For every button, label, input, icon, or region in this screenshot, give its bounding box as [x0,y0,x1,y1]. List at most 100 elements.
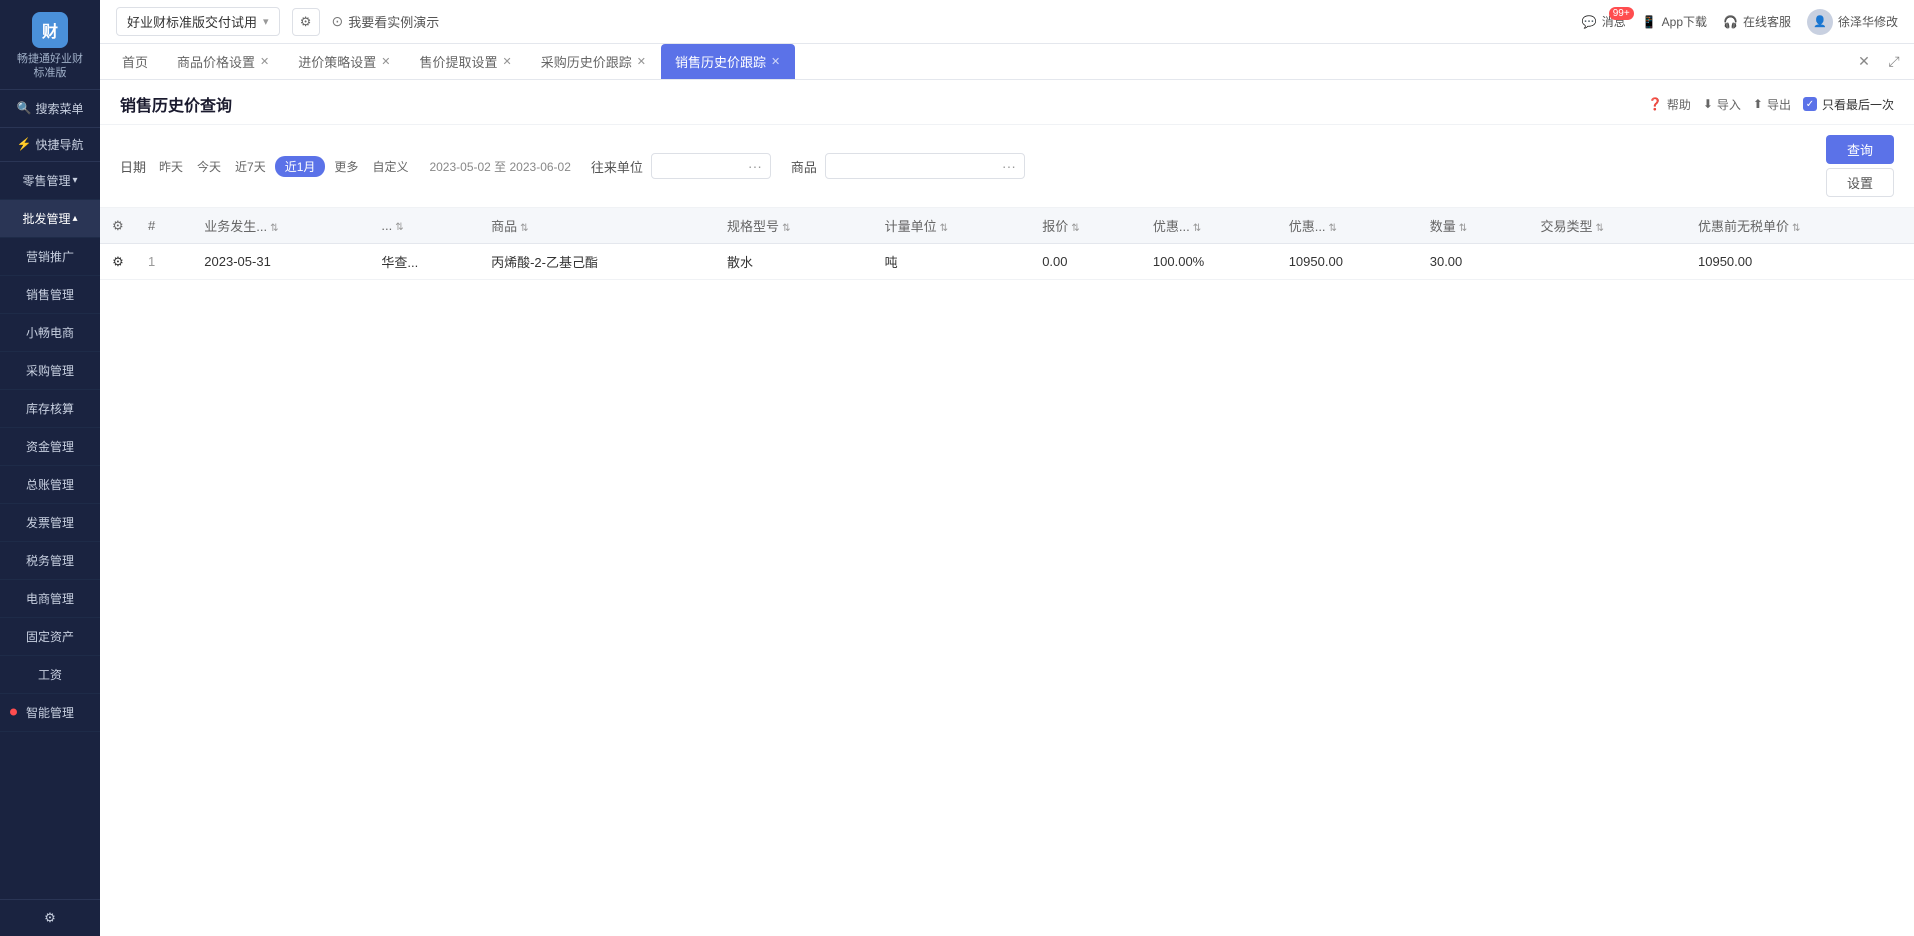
help-button[interactable]: ❓ 帮助 [1648,96,1691,113]
sidebar-item-label: 发票管理 [26,514,74,531]
sidebar-item-ecommerce-small[interactable]: 小畅电商 [0,314,100,352]
sidebar-item-label: 固定资产 [26,628,74,645]
col-price[interactable]: 报价⇅ [1030,208,1141,244]
sidebar-item-ecommerce[interactable]: 电商管理 [0,580,100,618]
tab-close-icon[interactable]: ✕ [381,55,390,68]
sidebar-item-invoice[interactable]: 发票管理 [0,504,100,542]
cell-spec: 散水 [715,244,873,280]
tab-close-icon[interactable]: ✕ [503,55,512,68]
app-logo-icon: 财 [32,12,68,48]
sidebar-item-smart[interactable]: 智能管理 [0,694,100,732]
sidebar-search[interactable]: 🔍 搜索菜单 [0,90,100,128]
app-download-button[interactable]: 📱 App下载 [1642,13,1707,30]
col-num: # [136,208,192,244]
goods-input[interactable]: ··· [825,153,1025,179]
tab-price[interactable]: 商品价格设置 ✕ [163,44,284,80]
tab-close-icon[interactable]: ✕ [260,55,269,68]
tab-purchase-strategy[interactable]: 进价策略设置 ✕ [284,44,405,80]
tab-sales-history[interactable]: 销售历史价跟踪 ✕ [661,44,795,80]
search-bar: 日期 昨天 今天 近7天 近1月 更多 自定义 2023-05-02 至 202… [100,125,1914,208]
sidebar-item-payroll[interactable]: 工资 [0,656,100,694]
import-button[interactable]: ⬇ 导入 [1703,96,1741,113]
query-button[interactable]: 查询 [1826,135,1894,164]
goods-more-icon[interactable]: ··· [1002,158,1016,174]
sidebar-item-retail[interactable]: 零售管理 ▾ [0,162,100,200]
sidebar-quick-nav[interactable]: ⚡ 快捷导航 [0,128,100,162]
checkbox-checked-icon: ✓ [1803,97,1817,111]
tab-label: 销售历史价跟踪 [675,52,766,71]
tab-label: 售价提取设置 [419,52,497,71]
col-extra[interactable]: ...⇅ [369,208,479,244]
sidebar-item-label: 库存核算 [26,400,74,417]
date-filter: 昨天 今天 近7天 近1月 更多 自定义 [154,156,413,177]
only-last-checkbox[interactable]: ✓ 只看最后一次 [1803,96,1894,113]
sidebar: 财 畅捷通好业财 标准版 🔍 搜索菜单 ⚡ 快捷导航 零售管理 ▾ 批发管理 ▴… [0,0,100,936]
source-unit-input[interactable]: ··· [651,153,771,179]
table-container: ⚙ # 业务发生...⇅ ...⇅ 商品⇅ 规格型号⇅ 计量单位⇅ 报价⇅ 优惠… [100,208,1914,280]
version-select[interactable]: 好业财标准版交付试用 ▾ [116,7,280,36]
date-range-display: 2023-05-02 至 2023-06-02 [429,158,570,175]
settings-button[interactable]: ⚙ [292,8,320,36]
online-service-button[interactable]: 🎧 在线客服 [1723,13,1791,30]
sidebar-settings-button[interactable]: ⚙ [0,899,100,936]
export-button[interactable]: ⬆ 导出 [1753,96,1791,113]
cell-trans-type [1528,244,1686,280]
col-trans-type[interactable]: 交易类型⇅ [1528,208,1686,244]
message-button[interactable]: 💬 消息 99+ [1582,13,1626,30]
play-icon: ⊙ [332,13,344,30]
tab-maximize-button[interactable]: ⤢ [1882,50,1906,74]
tab-price-extract[interactable]: 售价提取设置 ✕ [405,44,526,80]
sidebar-item-wholesale[interactable]: 批发管理 ▴ [0,200,100,238]
date-custom[interactable]: 自定义 [367,156,413,177]
col-pretax-price[interactable]: 优惠前无税单价⇅ [1686,208,1914,244]
col-spec[interactable]: 规格型号⇅ [715,208,873,244]
date-7days[interactable]: 近7天 [230,156,271,177]
only-last-label: 只看最后一次 [1822,96,1894,113]
col-gear[interactable]: ⚙ [100,208,136,244]
settings-button[interactable]: 设置 [1826,168,1894,197]
table-row[interactable]: ⚙ 1 2023-05-31 华查... 丙烯酸-2-乙基己酯 散水 吨 0.0… [100,244,1914,280]
sidebar-item-label: 采购管理 [26,362,74,379]
cell-goods: 丙烯酸-2-乙基己酯 [479,244,715,280]
sidebar-search-label: 搜索菜单 [35,100,83,117]
user-info[interactable]: 👤 徐泽华修改 [1807,9,1898,35]
sidebar-item-label: 总账管理 [26,476,74,493]
date-1month[interactable]: 近1月 [275,156,326,177]
cell-date: 2023-05-31 [192,244,369,280]
headset-icon: 🎧 [1723,15,1738,29]
col-unit[interactable]: 计量单位⇅ [873,208,1031,244]
tab-close-icon[interactable]: ✕ [771,55,780,68]
sidebar-item-marketing[interactable]: 营销推广 [0,238,100,276]
tab-home[interactable]: 首页 [108,44,163,80]
source-unit-more-icon[interactable]: ··· [748,158,762,174]
sidebar-item-tax[interactable]: 税务管理 [0,542,100,580]
sidebar-item-account[interactable]: 总账管理 [0,466,100,504]
sidebar-item-label: 税务管理 [26,552,74,569]
col-discount2[interactable]: 优惠...⇅ [1277,208,1418,244]
top-bar: 好业财标准版交付试用 ▾ ⚙ ⊙ 我要看实例演示 💬 消息 99+ 📱 App下… [100,0,1914,44]
app-download-label: App下载 [1662,13,1707,30]
data-table: ⚙ # 业务发生...⇅ ...⇅ 商品⇅ 规格型号⇅ 计量单位⇅ 报价⇅ 优惠… [100,208,1914,280]
date-yesterday[interactable]: 昨天 [154,156,188,177]
sidebar-item-sales[interactable]: 销售管理 [0,276,100,314]
col-goods[interactable]: 商品⇅ [479,208,715,244]
cell-gear[interactable]: ⚙ [100,244,136,280]
col-quantity[interactable]: 数量⇅ [1418,208,1529,244]
tab-label: 首页 [122,52,148,71]
page-content: 销售历史价查询 ❓ 帮助 ⬇ 导入 ⬆ 导出 ✓ 只看最后一次 [100,80,1914,936]
date-today[interactable]: 今天 [192,156,226,177]
sidebar-item-fixed-assets[interactable]: 固定资产 [0,618,100,656]
tab-close-icon[interactable]: ✕ [637,55,646,68]
demo-button[interactable]: ⊙ 我要看实例演示 [332,12,440,31]
date-more[interactable]: 更多 [329,156,363,177]
col-date[interactable]: 业务发生...⇅ [192,208,369,244]
sidebar-item-inventory[interactable]: 库存核算 [0,390,100,428]
message-icon: 💬 [1582,15,1597,29]
col-discount1[interactable]: 优惠...⇅ [1141,208,1277,244]
sidebar-item-purchase[interactable]: 采购管理 [0,352,100,390]
cell-discount2: 10950.00 [1277,244,1418,280]
table-header-row: ⚙ # 业务发生...⇅ ...⇅ 商品⇅ 规格型号⇅ 计量单位⇅ 报价⇅ 优惠… [100,208,1914,244]
tab-purchase-history[interactable]: 采购历史价跟踪 ✕ [527,44,661,80]
sidebar-item-finance[interactable]: 资金管理 [0,428,100,466]
tab-close-button[interactable]: ✕ [1852,50,1876,74]
